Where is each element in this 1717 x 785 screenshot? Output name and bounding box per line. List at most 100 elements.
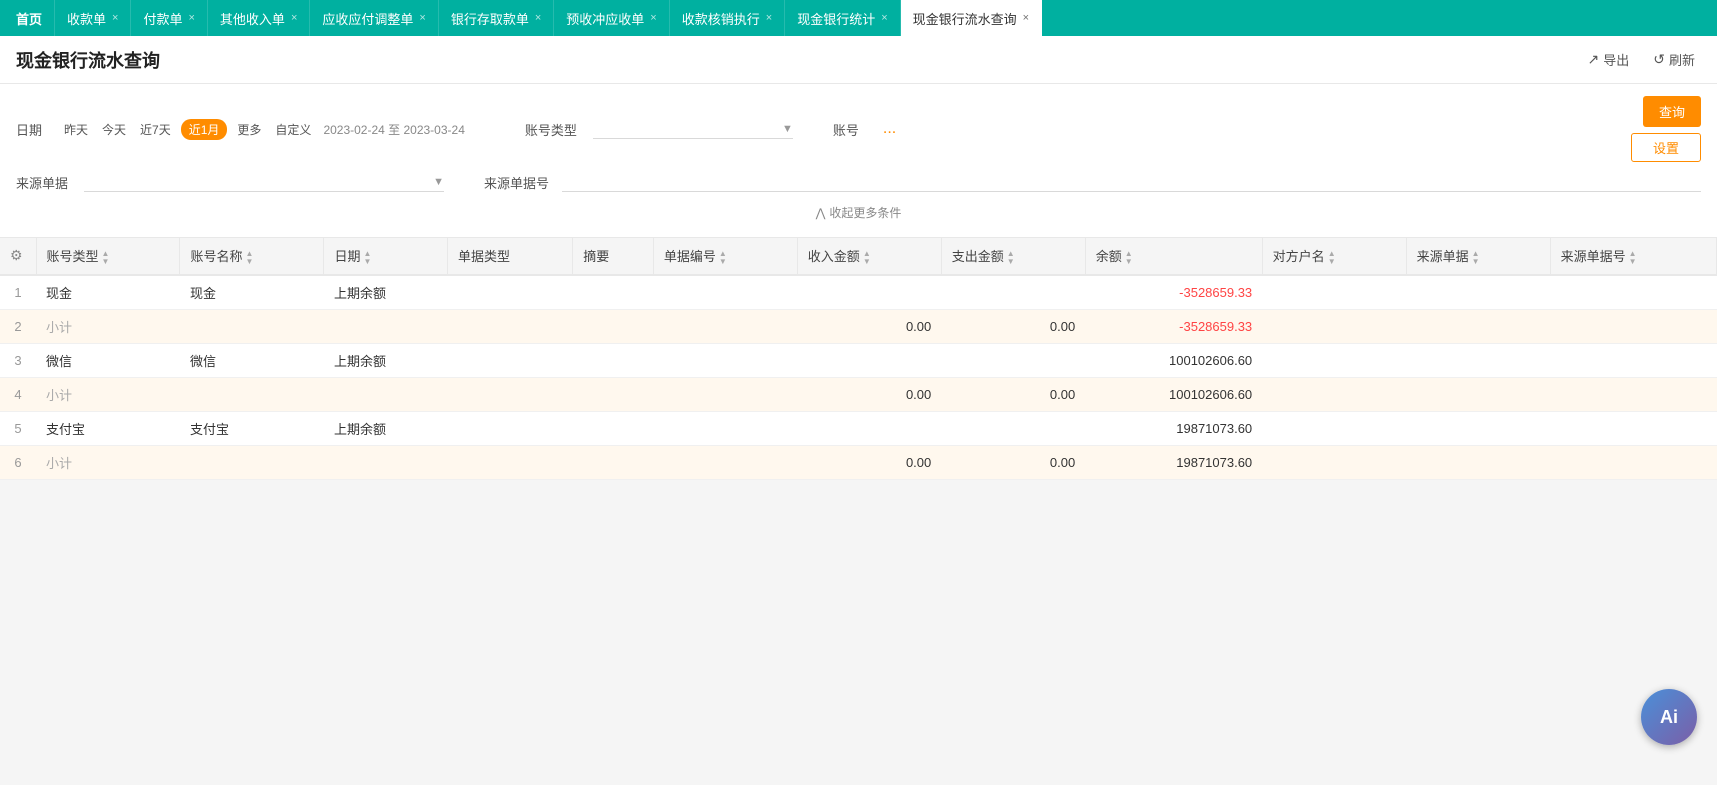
cell-doc_type <box>447 309 572 343</box>
date-shortcut-昨天[interactable]: 昨天 <box>60 119 92 140</box>
cell-account_type: 小计 <box>36 377 180 411</box>
sort-icon: ▲▼ <box>1125 250 1133 266</box>
cell-income: 0.00 <box>797 445 941 479</box>
account-more-icon[interactable]: ... <box>883 120 896 138</box>
sort-icon: ▲▼ <box>363 250 371 266</box>
collapse-label: 收起更多条件 <box>829 204 901 221</box>
source-doc-no-input[interactable] <box>562 172 1701 191</box>
cell-expense: 0.00 <box>941 377 1085 411</box>
cell-account_name: 现金 <box>180 275 324 310</box>
refresh-button[interactable]: ↺ 刷新 <box>1647 46 1701 73</box>
close-icon[interactable]: × <box>881 12 887 24</box>
cell-account_name <box>180 309 324 343</box>
cell-account_name: 微信 <box>180 343 324 377</box>
export-button[interactable]: ↗ 导出 <box>1582 46 1636 73</box>
nav-tab-银行存取款单[interactable]: 银行存取款单× <box>439 0 554 36</box>
col-header-expense[interactable]: 支出金额▲▼ <box>941 238 1085 275</box>
cell-doc_type <box>447 275 572 310</box>
cell-doc_type <box>447 377 572 411</box>
nav-tab-现金银行统计[interactable]: 现金银行统计× <box>785 0 900 36</box>
cell-source_doc <box>1406 377 1550 411</box>
source-doc-dropdown-icon[interactable]: ▼ <box>433 176 444 188</box>
close-icon[interactable]: × <box>419 12 425 24</box>
cell-balance: 100102606.60 <box>1085 377 1262 411</box>
col-header-doc_type: 单据类型 <box>447 238 572 275</box>
nav-tab-收款单[interactable]: 收款单× <box>55 0 131 36</box>
close-icon[interactable]: × <box>112 12 118 24</box>
close-icon[interactable]: × <box>188 12 194 24</box>
close-icon[interactable]: × <box>1023 12 1029 24</box>
date-shortcut-今天[interactable]: 今天 <box>98 119 130 140</box>
cell-summary <box>573 309 654 343</box>
account-group: 账号 ... <box>833 120 896 139</box>
table-row: 1现金现金上期余额-3528659.33 <box>0 275 1717 310</box>
col-header-counter_party[interactable]: 对方户名▲▼ <box>1262 238 1406 275</box>
cell-source_doc_no <box>1550 411 1716 445</box>
nav-tab-其他收入单[interactable]: 其他收入单× <box>208 0 310 36</box>
table-row: 3微信微信上期余额100102606.60 <box>0 343 1717 377</box>
filter-section: 日期 昨天今天近7天近1月更多自定义 2023-02-24 至 2023-03-… <box>16 96 1701 229</box>
date-shortcut-近7天[interactable]: 近7天 <box>136 119 175 140</box>
sort-icon: ▲▼ <box>1007 250 1015 266</box>
cell-summary <box>573 411 654 445</box>
header-actions: ↗ 导出 ↺ 刷新 <box>1582 46 1702 73</box>
close-icon[interactable]: × <box>650 12 656 24</box>
cell-date <box>324 377 448 411</box>
date-shortcut-近1月[interactable]: 近1月 <box>181 119 228 140</box>
nav-home[interactable]: 首页 <box>4 0 55 36</box>
query-button[interactable]: 查询 <box>1643 96 1701 127</box>
col-header-source_doc_no[interactable]: 来源单据号▲▼ <box>1550 238 1716 275</box>
cell-balance: 19871073.60 <box>1085 445 1262 479</box>
nav-tab-应收应付调整单[interactable]: 应收应付调整单× <box>310 0 438 36</box>
cell-date <box>324 445 448 479</box>
account-type-label: 账号类型 <box>525 120 585 139</box>
table-container: ⚙ 账号类型▲▼账号名称▲▼日期▲▼单据类型摘要单据编号▲▼收入金额▲▼支出金额▲… <box>0 238 1717 480</box>
cell-expense <box>941 343 1085 377</box>
ai-assistant-button[interactable]: Ai <box>1641 689 1697 745</box>
cell-expense <box>941 275 1085 310</box>
close-icon[interactable]: × <box>291 12 297 24</box>
gear-icon[interactable]: ⚙ <box>10 247 23 263</box>
col-header-balance[interactable]: 余额▲▼ <box>1085 238 1262 275</box>
cell-date: 上期余额 <box>324 411 448 445</box>
col-header-account_type[interactable]: 账号类型▲▼ <box>36 238 180 275</box>
account-type-dropdown-icon[interactable]: ▼ <box>782 123 793 135</box>
nav-tab-付款单[interactable]: 付款单× <box>131 0 207 36</box>
col-header-summary: 摘要 <box>573 238 654 275</box>
filter-row-1: 日期 昨天今天近7天近1月更多自定义 2023-02-24 至 2023-03-… <box>16 96 1701 162</box>
cell-doc_no <box>653 377 797 411</box>
date-shortcut-更多[interactable]: 更多 <box>233 119 265 140</box>
account-label: 账号 <box>833 120 869 139</box>
collapse-bar[interactable]: ⋀ 收起更多条件 <box>16 200 1701 229</box>
nav-tab-收款核销执行[interactable]: 收款核销执行× <box>670 0 785 36</box>
col-header-doc_no[interactable]: 单据编号▲▼ <box>653 238 797 275</box>
col-header-income[interactable]: 收入金额▲▼ <box>797 238 941 275</box>
settings-button[interactable]: 设置 <box>1631 133 1701 162</box>
col-header-source_doc[interactable]: 来源单据▲▼ <box>1406 238 1550 275</box>
cell-source_doc <box>1406 411 1550 445</box>
ai-label: Ai <box>1660 707 1678 728</box>
nav-tab-预收冲应收单[interactable]: 预收冲应收单× <box>554 0 669 36</box>
cell-account_name <box>180 377 324 411</box>
close-icon[interactable]: × <box>766 12 772 24</box>
cell-doc_no <box>653 309 797 343</box>
close-icon[interactable]: × <box>535 12 541 24</box>
cell-rowNum: 5 <box>0 411 36 445</box>
source-doc-input[interactable] <box>84 172 429 191</box>
sort-icon: ▲▼ <box>719 250 727 266</box>
cell-account_name <box>180 445 324 479</box>
col-header-date[interactable]: 日期▲▼ <box>324 238 448 275</box>
cell-doc_type <box>447 445 572 479</box>
account-type-input[interactable] <box>593 119 778 138</box>
table-row: 5支付宝支付宝上期余额19871073.60 <box>0 411 1717 445</box>
cell-source_doc_no <box>1550 309 1716 343</box>
nav-tab-现金银行流水查询[interactable]: 现金银行流水查询× <box>901 0 1042 36</box>
cell-source_doc_no <box>1550 343 1716 377</box>
table-header-row: ⚙ 账号类型▲▼账号名称▲▼日期▲▼单据类型摘要单据编号▲▼收入金额▲▼支出金额▲… <box>0 238 1717 275</box>
cell-counter_party <box>1262 275 1406 310</box>
cell-doc_type <box>447 343 572 377</box>
date-label: 日期 <box>16 120 52 139</box>
cell-source_doc <box>1406 275 1550 310</box>
col-header-account_name[interactable]: 账号名称▲▼ <box>180 238 324 275</box>
date-shortcut-自定义[interactable]: 自定义 <box>271 119 315 140</box>
